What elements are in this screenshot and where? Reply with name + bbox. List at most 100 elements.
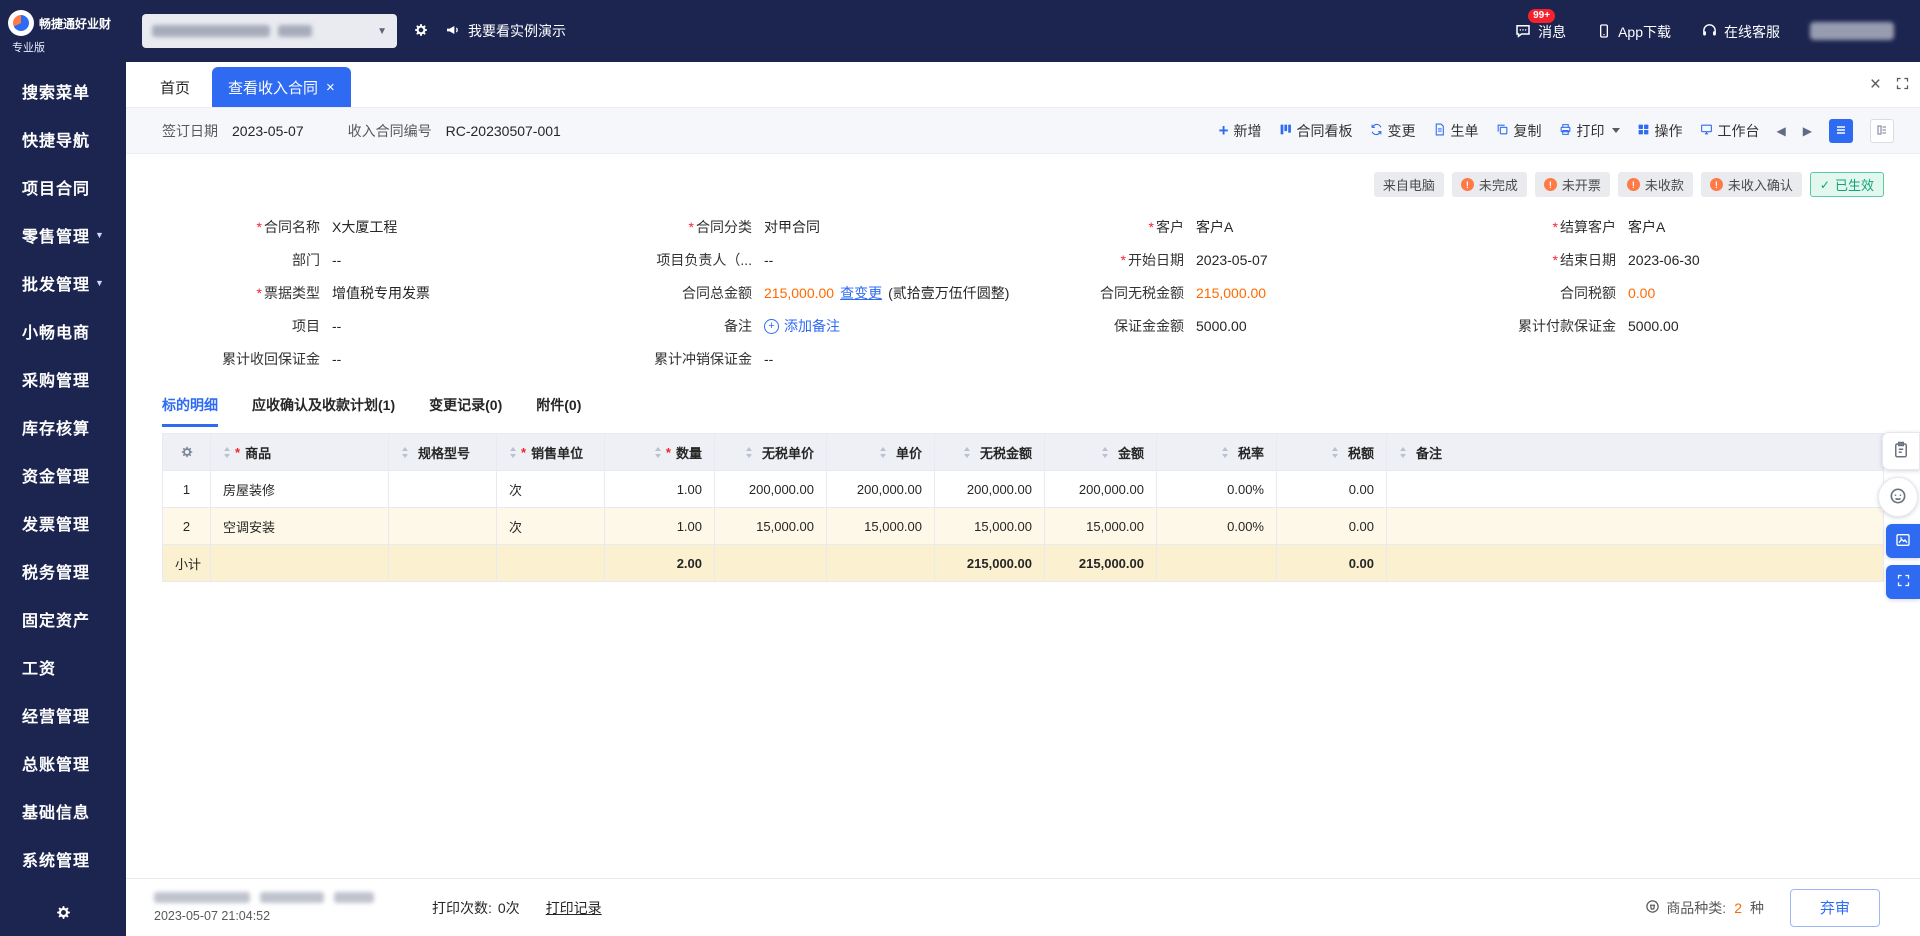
status-badge-incomplete: ! 未完成 [1451, 172, 1527, 197]
online-service-button[interactable]: 在线客服 [1701, 20, 1780, 42]
list-view-toggle[interactable] [1829, 118, 1853, 143]
actions-button[interactable]: 操作 [1637, 121, 1683, 141]
column-settings-icon [175, 445, 198, 459]
sort-icon[interactable] [1399, 446, 1408, 459]
cell-product: 空调安装 [210, 507, 389, 545]
contract-board-button[interactable]: 合同看板 [1279, 121, 1353, 141]
workbench-button[interactable]: 工作台 [1700, 121, 1760, 141]
app-download-button[interactable]: App下载 [1596, 20, 1671, 42]
header-amount[interactable]: 金额 [1044, 433, 1157, 471]
screenshot-widget-button[interactable] [1886, 524, 1920, 558]
sidebar-item-general-ledger[interactable]: 总账管理 [0, 739, 126, 787]
message-icon [1514, 22, 1532, 43]
cell-amount: 200,000.00 [1044, 470, 1157, 508]
subtotal-row: 小计 2.00 215,000.00 215,000.00 0.00 [162, 544, 1884, 582]
assistant-widget-button[interactable] [1878, 477, 1918, 517]
header-product[interactable]: * 商品 [210, 433, 389, 471]
tab-receivable-plan[interactable]: 应收确认及收款计划(1) [252, 395, 395, 427]
sidebar-item-salary[interactable]: 工资 [0, 643, 126, 691]
tab-change-records[interactable]: 变更记录(0) [429, 395, 502, 427]
tab-line-items[interactable]: 标的明细 [162, 395, 218, 427]
header-unit[interactable]: * 销售单位 [496, 433, 605, 471]
header-price[interactable]: 单价 [826, 433, 935, 471]
demo-link[interactable]: 我要看实例演示 [445, 21, 566, 41]
redacted-account-name [278, 25, 312, 37]
sidebar-item-wholesale[interactable]: 批发管理 ▼ [0, 259, 126, 307]
sidebar-item-inventory[interactable]: 库存核算 [0, 403, 126, 451]
tab-home[interactable]: 首页 [144, 67, 206, 107]
tab-view-income-contract[interactable]: 查看收入合同 × [212, 67, 351, 107]
sort-icon[interactable] [963, 446, 972, 459]
next-record-icon[interactable]: ▶ [1803, 124, 1812, 138]
sidebar-item-search-menu[interactable]: 搜索菜单 [0, 67, 126, 115]
add-button[interactable]: + 新增 [1219, 121, 1262, 141]
required-mark: * [1120, 252, 1126, 268]
sidebar-item-system[interactable]: 系统管理 [0, 835, 126, 883]
cell-amount-notax: 200,000.00 [934, 470, 1045, 508]
document-icon [1433, 123, 1446, 139]
add-remark-button[interactable]: + 添加备注 [764, 316, 840, 336]
sort-icon[interactable] [401, 446, 410, 459]
sidebar-item-basic-info[interactable]: 基础信息 [0, 787, 126, 835]
messages-button[interactable]: 99+ 消息 [1514, 8, 1566, 43]
sidebar-item-project-contract[interactable]: 项目合同 [0, 163, 126, 211]
generate-label: 生单 [1450, 122, 1479, 139]
header-label: 商品 [245, 445, 272, 461]
sidebar-item-retail[interactable]: 零售管理 ▼ [0, 211, 126, 259]
kanban-icon [1279, 123, 1292, 139]
copy-button[interactable]: 复制 [1496, 121, 1542, 141]
close-icon[interactable]: × [326, 80, 335, 95]
sort-icon[interactable] [654, 446, 663, 459]
sidebar-settings-button[interactable] [0, 892, 126, 936]
change-button[interactable]: 变更 [1370, 121, 1416, 141]
chevron-down-icon: ▼ [377, 25, 387, 37]
account-set-selector[interactable]: ▼ [142, 14, 397, 48]
header-tax-rate[interactable]: 税率 [1156, 433, 1277, 471]
field-label: 合同分类 [696, 219, 752, 235]
sort-icon[interactable] [509, 446, 518, 459]
sort-icon[interactable] [1101, 446, 1110, 459]
brand-edition: 专业版 [12, 42, 45, 54]
split-view-toggle[interactable] [1870, 118, 1894, 143]
header-amount-notax[interactable]: 无税金额 [934, 433, 1045, 471]
sort-icon[interactable] [1221, 446, 1230, 459]
settings-gear-button[interactable] [413, 22, 429, 41]
status-badge-effective: ✓ 已生效 [1809, 172, 1884, 197]
generate-order-button[interactable]: 生单 [1433, 121, 1479, 141]
monitor-icon [1700, 123, 1713, 139]
sidebar-item-business[interactable]: 经营管理 [0, 691, 126, 739]
sidebar-item-tax[interactable]: 税务管理 [0, 547, 126, 595]
print-record-link[interactable]: 打印记录 [546, 898, 602, 918]
sidebar-item-purchase[interactable]: 采购管理 [0, 355, 126, 403]
prev-record-icon[interactable]: ◀ [1777, 124, 1786, 138]
tab-attachments[interactable]: 附件(0) [536, 395, 581, 427]
header-tax[interactable]: 税额 [1276, 433, 1387, 471]
header-label: 税率 [1237, 445, 1264, 461]
user-avatar[interactable] [1810, 22, 1894, 40]
view-change-link[interactable]: 查变更 [840, 283, 882, 303]
sidebar-item-funds[interactable]: 资金管理 [0, 451, 126, 499]
header-spec[interactable]: 规格型号 [388, 433, 497, 471]
reject-approval-button[interactable]: 弃审 [1790, 888, 1880, 927]
header-price-notax[interactable]: 无税单价 [714, 433, 827, 471]
sidebar-item-ecommerce[interactable]: 小畅电商 [0, 307, 126, 355]
sidebar-item-fixed-assets[interactable]: 固定资产 [0, 595, 126, 643]
sort-icon[interactable] [745, 446, 754, 459]
column-settings-header[interactable] [162, 433, 211, 471]
fullscreen-icon[interactable] [1895, 76, 1910, 94]
expand-widget-button[interactable] [1886, 565, 1920, 599]
survey-widget-button[interactable] [1882, 432, 1920, 470]
contract-no-field: 收入合同编号 RC-20230507-001 [348, 121, 561, 141]
sort-icon[interactable] [879, 446, 888, 459]
sort-icon[interactable] [223, 446, 232, 459]
sidebar-item-invoice[interactable]: 发票管理 [0, 499, 126, 547]
header-qty[interactable]: * 数量 [604, 433, 715, 471]
sidebar-item-quick-nav[interactable]: 快捷导航 [0, 115, 126, 163]
sort-icon[interactable] [1331, 446, 1340, 459]
print-button[interactable]: 打印 [1559, 121, 1620, 141]
close-all-tabs-icon[interactable]: × [1870, 74, 1881, 96]
table-row[interactable]: 2 空调安装 次 1.00 15,000.00 15,000.00 15,000… [162, 507, 1884, 545]
header-note[interactable]: 备注 [1386, 433, 1884, 471]
source-badge-label: 来自电脑 [1382, 178, 1435, 193]
table-row[interactable]: 1 房屋装修 次 1.00 200,000.00 200,000.00 200,… [162, 470, 1884, 508]
